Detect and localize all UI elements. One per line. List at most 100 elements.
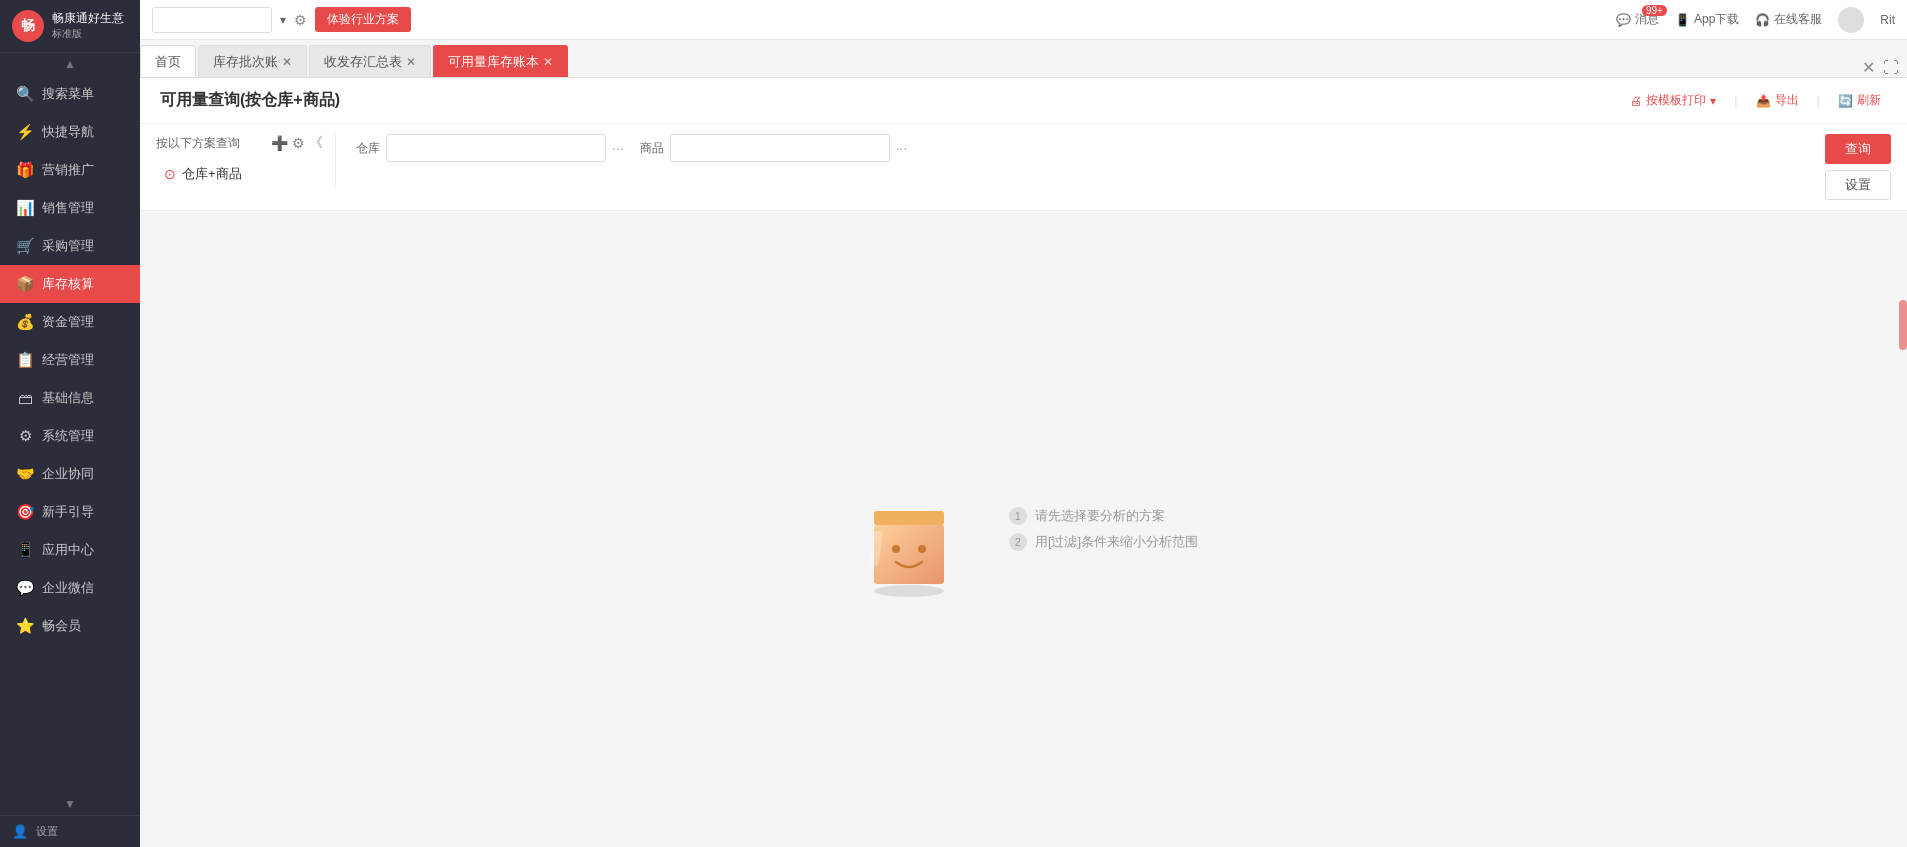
- tab-recv-summary-label: 收发存汇总表: [324, 53, 402, 71]
- user-icon: 👤: [12, 824, 28, 839]
- print-icon: 🖨: [1630, 94, 1642, 108]
- tab-recv-summary[interactable]: 收发存汇总表 ✕: [309, 45, 431, 77]
- topbar-avatar[interactable]: [1838, 7, 1864, 33]
- sidebar-subtitle: 标准版: [52, 27, 124, 41]
- search-icon: 🔍: [16, 85, 34, 103]
- sidebar-item-search[interactable]: 🔍 搜索菜单: [0, 75, 140, 113]
- sidebar-item-member[interactable]: ⭐ 畅会员: [0, 607, 140, 645]
- query-btn[interactable]: 查询: [1825, 134, 1891, 164]
- sidebar-item-label: 快捷导航: [42, 123, 94, 141]
- sidebar-item-label: 基础信息: [42, 389, 94, 407]
- filter-scheme-header: 按以下方案查询 ➕ ⚙ 《: [156, 134, 323, 152]
- svg-point-6: [892, 545, 900, 553]
- sidebar-item-label: 采购管理: [42, 237, 94, 255]
- tab-expand-btn[interactable]: ⛶: [1883, 59, 1899, 77]
- sidebar-nav: 🔍 搜索菜单 ⚡ 快捷导航 🎁 营销推广 📊 销售管理 🛒 采购管理 📦 库存核…: [0, 75, 140, 793]
- warehouse-label: 仓库: [356, 140, 380, 157]
- empty-hint-2-text: 用[过滤]条件来缩小分析范围: [1035, 533, 1198, 551]
- message-badge: 99+: [1642, 5, 1667, 16]
- tab-close-btn[interactable]: ✕: [1862, 58, 1875, 77]
- sidebar-item-label: 经营管理: [42, 351, 94, 369]
- topbar-app-download[interactable]: 📱 App下载: [1675, 11, 1739, 28]
- tab-available-qty-close[interactable]: ✕: [543, 55, 553, 69]
- tab-home-label: 首页: [155, 53, 181, 71]
- sidebar-item-newbie[interactable]: 🎯 新手引导: [0, 493, 140, 531]
- page-header: 可用量查询(按仓库+商品) 🖨 按模板打印 ▾ | 📤 导出 | 🔄 刷新: [140, 78, 1907, 124]
- sidebar-item-sales[interactable]: 📊 销售管理: [0, 189, 140, 227]
- tab-available-qty-label: 可用量库存账本: [448, 53, 539, 71]
- main-content: ▾ ⚙ 体验行业方案 💬 消息 99+ 📱 App下载 🎧 在线客服 Rit 首…: [140, 0, 1907, 847]
- sidebar-item-purchase[interactable]: 🛒 采购管理: [0, 227, 140, 265]
- content-area: 1 请先选择要分析的方案 2 用[过滤]条件来缩小分析范围: [140, 211, 1907, 847]
- headset-icon: 🎧: [1755, 13, 1770, 27]
- empty-hint-1-text: 请先选择要分析的方案: [1035, 507, 1165, 525]
- settings-btn[interactable]: 设置: [1825, 170, 1891, 200]
- topbar-dropdown[interactable]: ▾: [280, 13, 286, 27]
- base-info-icon: 🗃: [16, 390, 34, 407]
- warehouse-more-icon[interactable]: ···: [612, 140, 624, 156]
- marketing-icon: 🎁: [16, 161, 34, 179]
- sidebar-item-wechat[interactable]: 💬 企业微信: [0, 569, 140, 607]
- sidebar-item-label: 畅会员: [42, 617, 81, 635]
- sidebar-item-label: 应用中心: [42, 541, 94, 559]
- right-scrollbar[interactable]: [1899, 300, 1907, 350]
- svg-rect-2: [874, 524, 944, 584]
- add-scheme-btn[interactable]: ➕: [271, 134, 288, 152]
- topbar-search-input[interactable]: [152, 7, 272, 33]
- collapse-scheme-btn[interactable]: 《: [309, 134, 323, 152]
- tab-batch-ledger[interactable]: 库存批次账 ✕: [198, 45, 307, 77]
- page-actions: 🖨 按模板打印 ▾ | 📤 导出 | 🔄 刷新: [1624, 88, 1887, 113]
- sidebar-logo: 畅: [12, 10, 44, 42]
- app-center-icon: 📱: [16, 541, 34, 559]
- collab-icon: 🤝: [16, 465, 34, 483]
- print-btn[interactable]: 🖨 按模板打印 ▾: [1624, 88, 1722, 113]
- tab-home[interactable]: 首页: [140, 45, 196, 77]
- topbar-gear-icon[interactable]: ⚙: [294, 12, 307, 28]
- tab-recv-summary-close[interactable]: ✕: [406, 55, 416, 69]
- filter-fields: 仓库 ··· 商品 ···: [336, 134, 1801, 162]
- goods-input[interactable]: [670, 134, 890, 162]
- sidebar-item-marketing[interactable]: 🎁 营销推广: [0, 151, 140, 189]
- sidebar-item-collab[interactable]: 🤝 企业协同: [0, 455, 140, 493]
- topbar-online-service[interactable]: 🎧 在线客服: [1755, 11, 1822, 28]
- tab-batch-ledger-close[interactable]: ✕: [282, 55, 292, 69]
- member-icon: ⭐: [16, 617, 34, 635]
- warehouse-input[interactable]: [386, 134, 606, 162]
- sidebar-item-app-center[interactable]: 📱 应用中心: [0, 531, 140, 569]
- tab-controls: ✕ ⛶: [1854, 58, 1907, 77]
- trial-btn[interactable]: 体验行业方案: [315, 7, 411, 32]
- sys-mgmt-icon: ⚙: [16, 427, 34, 445]
- sidebar-item-label: 系统管理: [42, 427, 94, 445]
- sidebar-item-label: 企业协同: [42, 465, 94, 483]
- filter-goods: 商品 ···: [640, 134, 908, 162]
- sidebar-item-label: 销售管理: [42, 199, 94, 217]
- topbar-message[interactable]: 💬 消息 99+: [1616, 11, 1659, 28]
- filter-warehouse: 仓库 ···: [356, 134, 624, 162]
- sidebar-item-base-info[interactable]: 🗃 基础信息: [0, 379, 140, 417]
- sidebar-item-inventory[interactable]: 📦 库存核算: [0, 265, 140, 303]
- sidebar-item-sys-mgmt[interactable]: ⚙ 系统管理: [0, 417, 140, 455]
- scheme-item-warehouse[interactable]: ⊙ 仓库+商品: [156, 160, 323, 188]
- sales-icon: 📊: [16, 199, 34, 217]
- phone-icon: 📱: [1675, 13, 1690, 27]
- settings-scheme-btn[interactable]: ⚙: [292, 134, 305, 152]
- sidebar-item-label: 新手引导: [42, 503, 94, 521]
- svg-point-7: [918, 545, 926, 553]
- goods-more-icon[interactable]: ···: [896, 140, 908, 156]
- filter-scheme: 按以下方案查询 ➕ ⚙ 《 ⊙ 仓库+商品: [156, 134, 336, 188]
- empty-hints: 1 请先选择要分析的方案 2 用[过滤]条件来缩小分析范围: [1009, 507, 1198, 551]
- sidebar-item-operation[interactable]: 📋 经营管理: [0, 341, 140, 379]
- tab-available-qty[interactable]: 可用量库存账本 ✕: [433, 45, 568, 77]
- sidebar-item-label: 企业微信: [42, 579, 94, 597]
- sidebar-scroll-up[interactable]: ▲: [0, 53, 140, 75]
- sidebar-item-finance[interactable]: 💰 资金管理: [0, 303, 140, 341]
- refresh-btn[interactable]: 🔄 刷新: [1832, 88, 1887, 113]
- sidebar-user[interactable]: 👤 设置: [0, 815, 140, 847]
- export-btn[interactable]: 📤 导出: [1750, 88, 1805, 113]
- sidebar-scroll-down[interactable]: ▼: [0, 793, 140, 815]
- export-icon: 📤: [1756, 94, 1771, 108]
- topbar-username[interactable]: Rit: [1880, 13, 1895, 27]
- sidebar-item-quick-nav[interactable]: ⚡ 快捷导航: [0, 113, 140, 151]
- sidebar-title: 畅康通好生意: [52, 11, 124, 27]
- message-icon: 💬: [1616, 13, 1631, 27]
